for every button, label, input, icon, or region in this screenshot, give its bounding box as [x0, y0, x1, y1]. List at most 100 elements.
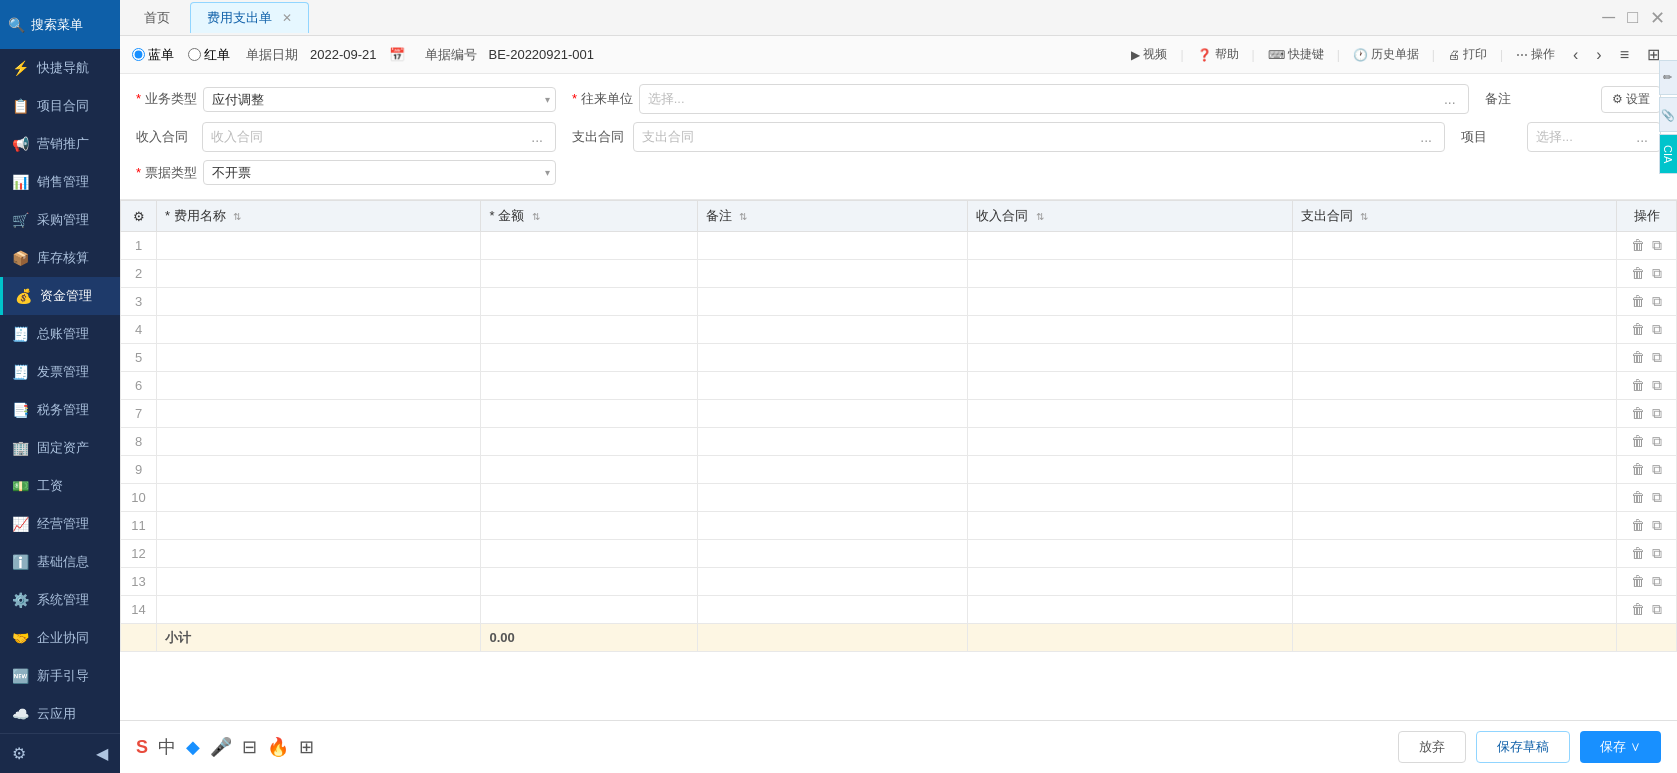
row-income-contract[interactable] — [968, 456, 1292, 484]
row-income-contract[interactable] — [968, 316, 1292, 344]
expense-contract-input[interactable]: 支出合同 ... — [633, 122, 1445, 152]
row-delete-icon[interactable]: 🗑 — [1631, 601, 1645, 617]
footer-icon-2[interactable]: ◆ — [186, 736, 200, 758]
row-income-contract[interactable] — [968, 512, 1292, 540]
video-action[interactable]: ▶ 视频 — [1126, 43, 1172, 66]
row-expense-name[interactable] — [157, 540, 481, 568]
sidebar-item-marketing[interactable]: 📢 营销推广 — [0, 125, 120, 163]
row-expense-contract[interactable] — [1292, 288, 1616, 316]
window-maximize[interactable]: □ — [1623, 7, 1642, 28]
sidebar-item-new-guide[interactable]: 🆕 新手引导 — [0, 657, 120, 695]
sort-expense-icon[interactable]: ⇅ — [233, 211, 241, 222]
row-delete-icon[interactable]: 🗑 — [1631, 237, 1645, 253]
row-note[interactable] — [697, 512, 967, 540]
attach-panel-tab[interactable]: 📎 — [1659, 97, 1677, 132]
setting-button[interactable]: ⚙ 设置 — [1601, 86, 1661, 113]
sidebar-item-accounting[interactable]: 🧾 总账管理 — [0, 315, 120, 353]
row-delete-icon[interactable]: 🗑 — [1631, 377, 1645, 393]
row-delete-icon[interactable]: 🗑 — [1631, 293, 1645, 309]
row-delete-icon[interactable]: 🗑 — [1631, 321, 1645, 337]
row-income-contract[interactable] — [968, 568, 1292, 596]
footer-icon-6[interactable]: ⊞ — [299, 736, 314, 758]
row-expense-contract[interactable] — [1292, 428, 1616, 456]
row-expense-name[interactable] — [157, 232, 481, 260]
sidebar-item-basic-info[interactable]: ℹ️ 基础信息 — [0, 543, 120, 581]
row-expense-name[interactable] — [157, 372, 481, 400]
sidebar-item-ops-mgmt[interactable]: 📈 经营管理 — [0, 505, 120, 543]
row-note[interactable] — [697, 372, 967, 400]
business-type-select[interactable]: 应付调整 — [203, 87, 556, 112]
row-expense-name[interactable] — [157, 568, 481, 596]
sidebar-item-cloud-apps[interactable]: ☁️ 云应用 — [0, 695, 120, 733]
row-note[interactable] — [697, 260, 967, 288]
row-note[interactable] — [697, 316, 967, 344]
help-action[interactable]: ❓ 帮助 — [1192, 43, 1244, 66]
row-amount[interactable] — [481, 260, 697, 288]
row-expense-contract[interactable] — [1292, 372, 1616, 400]
nav-next[interactable]: › — [1591, 43, 1606, 67]
sort-income-icon[interactable]: ⇅ — [1036, 211, 1044, 222]
footer-icon-5[interactable]: 🔥 — [267, 736, 289, 758]
row-expense-name[interactable] — [157, 344, 481, 372]
sort-amount-icon[interactable]: ⇅ — [532, 211, 540, 222]
row-expense-name[interactable] — [157, 260, 481, 288]
row-note[interactable] — [697, 596, 967, 624]
row-expense-contract[interactable] — [1292, 484, 1616, 512]
sidebar-item-invoice-mgmt[interactable]: 🧾 发票管理 — [0, 353, 120, 391]
row-amount[interactable] — [481, 232, 697, 260]
row-amount[interactable] — [481, 400, 697, 428]
operations-action[interactable]: ⋯ 操作 — [1511, 43, 1560, 66]
row-note[interactable] — [697, 428, 967, 456]
row-amount[interactable] — [481, 568, 697, 596]
row-delete-icon[interactable]: 🗑 — [1631, 489, 1645, 505]
row-amount[interactable] — [481, 512, 697, 540]
sidebar-item-capital-mgmt[interactable]: 💰 资金管理 — [0, 277, 120, 315]
sidebar-item-sales-mgmt[interactable]: 📊 销售管理 — [0, 163, 120, 201]
expense-contract-more-btn[interactable]: ... — [1416, 127, 1436, 147]
sort-expense-contract-icon[interactable]: ⇅ — [1360, 211, 1368, 222]
row-expense-contract[interactable] — [1292, 568, 1616, 596]
calendar-icon[interactable]: 📅 — [389, 47, 405, 62]
invoice-type-select[interactable]: 不开票 — [203, 160, 556, 185]
row-delete-icon[interactable]: 🗑 — [1631, 545, 1645, 561]
row-expense-name[interactable] — [157, 316, 481, 344]
row-amount[interactable] — [481, 596, 697, 624]
save-draft-button[interactable]: 保存草稿 — [1476, 731, 1570, 763]
counterpart-more-btn[interactable]: ... — [1440, 89, 1460, 109]
settings-icon[interactable]: ⚙ — [12, 744, 26, 763]
blue-radio[interactable] — [132, 48, 145, 61]
row-income-contract[interactable] — [968, 540, 1292, 568]
row-income-contract[interactable] — [968, 288, 1292, 316]
row-expense-name[interactable] — [157, 400, 481, 428]
row-expense-contract[interactable] — [1292, 596, 1616, 624]
row-income-contract[interactable] — [968, 596, 1292, 624]
row-expense-contract[interactable] — [1292, 512, 1616, 540]
row-income-contract[interactable] — [968, 484, 1292, 512]
row-amount[interactable] — [481, 372, 697, 400]
row-expense-name[interactable] — [157, 484, 481, 512]
row-note[interactable] — [697, 484, 967, 512]
tab-home[interactable]: 首页 — [128, 3, 186, 33]
print-action[interactable]: 🖨 打印 — [1443, 43, 1492, 66]
row-note[interactable] — [697, 400, 967, 428]
row-expense-contract[interactable] — [1292, 456, 1616, 484]
save-button[interactable]: 保存 ∨ — [1580, 731, 1661, 763]
business-type-select-wrap[interactable]: 应付调整 ▾ — [203, 87, 556, 112]
row-expense-contract[interactable] — [1292, 344, 1616, 372]
row-note[interactable] — [697, 456, 967, 484]
income-contract-more-btn[interactable]: ... — [527, 127, 547, 147]
sidebar-item-tax-mgmt[interactable]: 📑 税务管理 — [0, 391, 120, 429]
row-delete-icon[interactable]: 🗑 — [1631, 265, 1645, 281]
row-amount[interactable] — [481, 540, 697, 568]
row-expense-name[interactable] — [157, 288, 481, 316]
row-delete-icon[interactable]: 🗑 — [1631, 433, 1645, 449]
sidebar-item-system-mgmt[interactable]: ⚙️ 系统管理 — [0, 581, 120, 619]
sidebar-item-project-contract[interactable]: 📋 项目合同 — [0, 87, 120, 125]
row-income-contract[interactable] — [968, 400, 1292, 428]
row-expense-name[interactable] — [157, 596, 481, 624]
project-more-btn[interactable]: ... — [1632, 127, 1652, 147]
red-radio-label[interactable]: 红单 — [188, 46, 230, 64]
row-amount[interactable] — [481, 484, 697, 512]
row-expense-name[interactable] — [157, 456, 481, 484]
row-amount[interactable] — [481, 288, 697, 316]
